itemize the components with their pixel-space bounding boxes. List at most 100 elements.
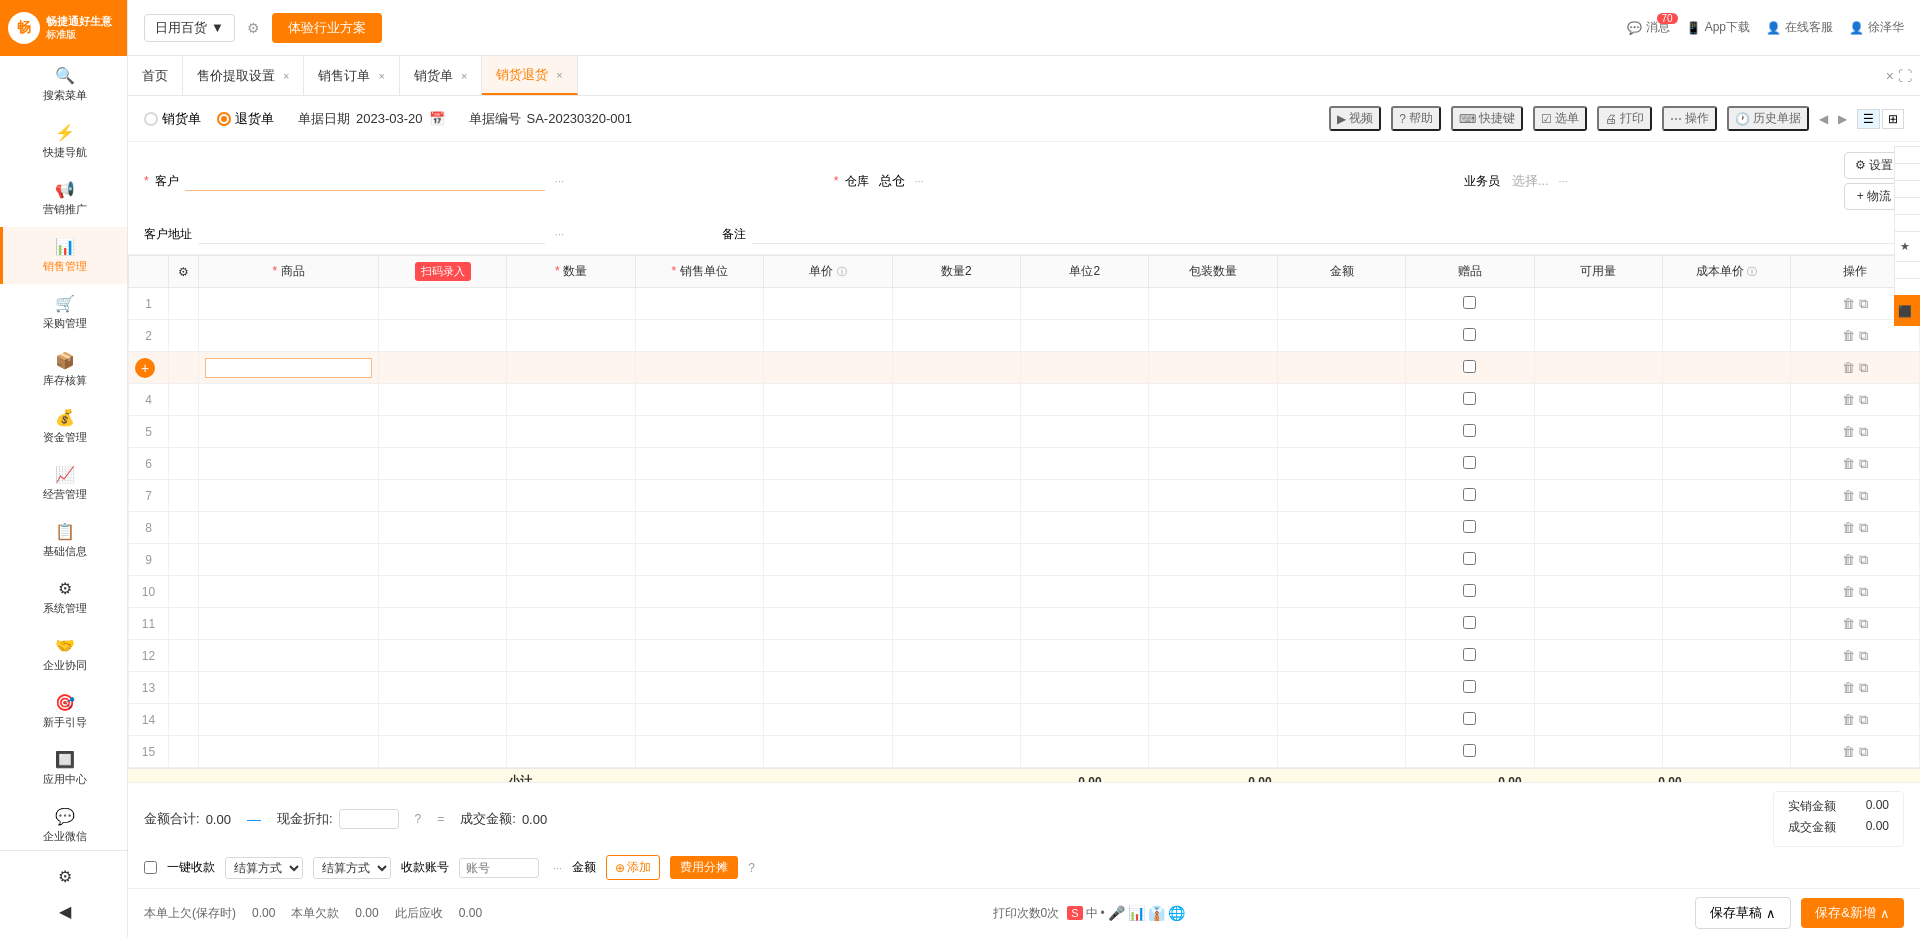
user-profile[interactable]: 👤 徐泽华 xyxy=(1849,19,1904,36)
row-pkg[interactable] xyxy=(1149,288,1277,320)
sidebar-item-system[interactable]: ⚙ 系统管理 xyxy=(0,569,127,626)
rfloat-link-btn[interactable]: 联 xyxy=(1894,261,1920,278)
radio-sale[interactable]: 销货单 xyxy=(144,110,201,128)
row-qty2[interactable] xyxy=(892,320,1020,352)
product-input-active[interactable] xyxy=(205,358,372,378)
copy-row-icon[interactable]: ⧉ xyxy=(1859,328,1868,344)
staff-placeholder[interactable]: 选择... xyxy=(1512,172,1549,190)
shortcut-btn[interactable]: ⌨ 快捷键 xyxy=(1451,106,1523,131)
industry-dropdown[interactable]: 日用百货 ▼ xyxy=(144,14,235,42)
copy-row-icon[interactable]: ⧉ xyxy=(1859,552,1868,568)
row-qty2[interactable] xyxy=(892,288,1020,320)
gift-checkbox[interactable] xyxy=(1463,456,1476,469)
close-icon[interactable]: × xyxy=(283,70,289,82)
row-unit[interactable] xyxy=(635,352,763,384)
delete-row-icon[interactable]: 🗑 xyxy=(1842,328,1855,344)
gift-checkbox[interactable] xyxy=(1463,616,1476,629)
row-qty[interactable] xyxy=(507,320,635,352)
delete-row-icon[interactable]: 🗑 xyxy=(1842,648,1855,664)
calc-method-select[interactable]: 结算方式 xyxy=(225,857,303,879)
close-icon[interactable]: × xyxy=(556,69,562,81)
delete-row-icon[interactable]: 🗑 xyxy=(1842,424,1855,440)
row-product[interactable] xyxy=(199,352,379,384)
delete-row-icon[interactable]: 🗑 xyxy=(1842,584,1855,600)
row-gift[interactable] xyxy=(1406,352,1534,384)
delete-row-icon[interactable]: 🗑 xyxy=(1842,712,1855,728)
row-avail[interactable] xyxy=(1534,320,1662,352)
row-product[interactable] xyxy=(199,320,379,352)
video-btn[interactable]: ▶ 视频 xyxy=(1329,106,1381,131)
gift-checkbox[interactable] xyxy=(1463,744,1476,757)
scan-input-btn[interactable]: 扫码录入 xyxy=(415,262,471,281)
customer-select-icon[interactable]: ··· xyxy=(555,175,564,187)
delete-row-icon[interactable]: 🗑 xyxy=(1842,392,1855,408)
rfloat-collect-btn[interactable]: 收 xyxy=(1894,214,1920,231)
print-btn[interactable]: 🖨 打印 xyxy=(1597,106,1652,131)
delete-row-icon[interactable]: 🗑 xyxy=(1842,616,1855,632)
row-qty[interactable] xyxy=(507,288,635,320)
sidebar-item-inventory[interactable]: 📦 库存核算 xyxy=(0,341,127,398)
help-btn[interactable]: ? 帮助 xyxy=(1391,106,1441,131)
gift-checkbox[interactable] xyxy=(1463,712,1476,725)
row-unit2[interactable] xyxy=(1021,320,1149,352)
sidebar-item-marketing[interactable]: 📢 营销推广 xyxy=(0,170,127,227)
row-pkg[interactable] xyxy=(1149,320,1277,352)
gift-checkbox[interactable] xyxy=(1463,328,1476,341)
app-download-btn[interactable]: 📱 App下载 xyxy=(1686,19,1750,36)
delete-row-icon[interactable]: 🗑 xyxy=(1842,520,1855,536)
experience-btn[interactable]: 体验行业方案 xyxy=(272,13,382,43)
col-settings-header[interactable]: ⚙ xyxy=(169,256,199,288)
gift-checkbox[interactable] xyxy=(1463,392,1476,405)
gift-checkbox[interactable] xyxy=(1463,488,1476,501)
copy-row-icon[interactable]: ⧉ xyxy=(1859,392,1868,408)
online-service-btn[interactable]: 👤 在线客服 xyxy=(1766,19,1833,36)
tab-sales-order[interactable]: 销售订单 × xyxy=(304,56,399,95)
account-method-select[interactable]: 结算方式 xyxy=(313,857,391,879)
close-icon[interactable]: × xyxy=(378,70,384,82)
close-tab-icon[interactable]: × xyxy=(1886,68,1894,84)
rfloat-help-btn[interactable]: 帮 xyxy=(1894,197,1920,214)
save-new-btn[interactable]: 保存&新增 ∧ xyxy=(1801,898,1904,928)
rfloat-star-btn[interactable]: ★ xyxy=(1894,231,1920,261)
gift-checkbox[interactable] xyxy=(1463,680,1476,693)
sidebar-collapse[interactable]: ◀ xyxy=(0,894,127,929)
rfloat-new-btn[interactable]: 消 xyxy=(1894,146,1920,163)
row-qty2[interactable] xyxy=(892,352,1020,384)
row-gift[interactable] xyxy=(1406,320,1534,352)
row-unit2[interactable] xyxy=(1021,288,1149,320)
rfloat-orange-btn[interactable]: ⬛ xyxy=(1894,295,1920,326)
sidebar-item-search[interactable]: 🔍 搜索菜单 xyxy=(0,56,127,113)
delete-row-icon[interactable]: 🗑 xyxy=(1842,680,1855,696)
delete-row-icon[interactable]: 🗑 xyxy=(1842,552,1855,568)
maximize-icon[interactable]: ⛶ xyxy=(1898,68,1912,84)
add-payment-btn[interactable]: ⊕ 添加 xyxy=(606,855,660,880)
account-select-icon[interactable]: ··· xyxy=(553,862,562,874)
calendar-icon[interactable]: 📅 xyxy=(429,111,445,126)
row-cost[interactable] xyxy=(1663,320,1791,352)
row-gift[interactable] xyxy=(1406,288,1534,320)
copy-row-icon[interactable]: ⧉ xyxy=(1859,648,1868,664)
add-row-btn[interactable]: + xyxy=(135,358,155,378)
sidebar-item-collab[interactable]: 🤝 企业协同 xyxy=(0,626,127,683)
row-price[interactable] xyxy=(764,288,892,320)
row-avail[interactable] xyxy=(1534,288,1662,320)
copy-row-icon[interactable]: ⧉ xyxy=(1859,360,1868,376)
sidebar-settings[interactable]: ⚙ xyxy=(0,859,127,894)
row-unit[interactable] xyxy=(635,288,763,320)
radio-return[interactable]: 退货单 xyxy=(217,110,274,128)
copy-row-icon[interactable]: ⧉ xyxy=(1859,712,1868,728)
tab-sales[interactable]: 销货单 × xyxy=(400,56,482,95)
history-btn[interactable]: 🕐 历史单据 xyxy=(1727,106,1809,131)
copy-row-icon[interactable]: ⧉ xyxy=(1859,424,1868,440)
row-avail[interactable] xyxy=(1534,352,1662,384)
nav-next-icon[interactable]: ▶ xyxy=(1838,112,1847,126)
row-price[interactable] xyxy=(764,320,892,352)
delete-row-icon[interactable]: 🗑 xyxy=(1842,360,1855,376)
gift-checkbox[interactable] xyxy=(1463,552,1476,565)
sidebar-item-apps[interactable]: 🔲 应用中心 xyxy=(0,740,127,797)
staff-select-icon[interactable]: ··· xyxy=(1559,175,1568,187)
row-unit2[interactable] xyxy=(1021,352,1149,384)
question-icon[interactable]: ? xyxy=(415,812,422,826)
remark-input[interactable] xyxy=(752,224,1904,244)
copy-row-icon[interactable]: ⧉ xyxy=(1859,680,1868,696)
